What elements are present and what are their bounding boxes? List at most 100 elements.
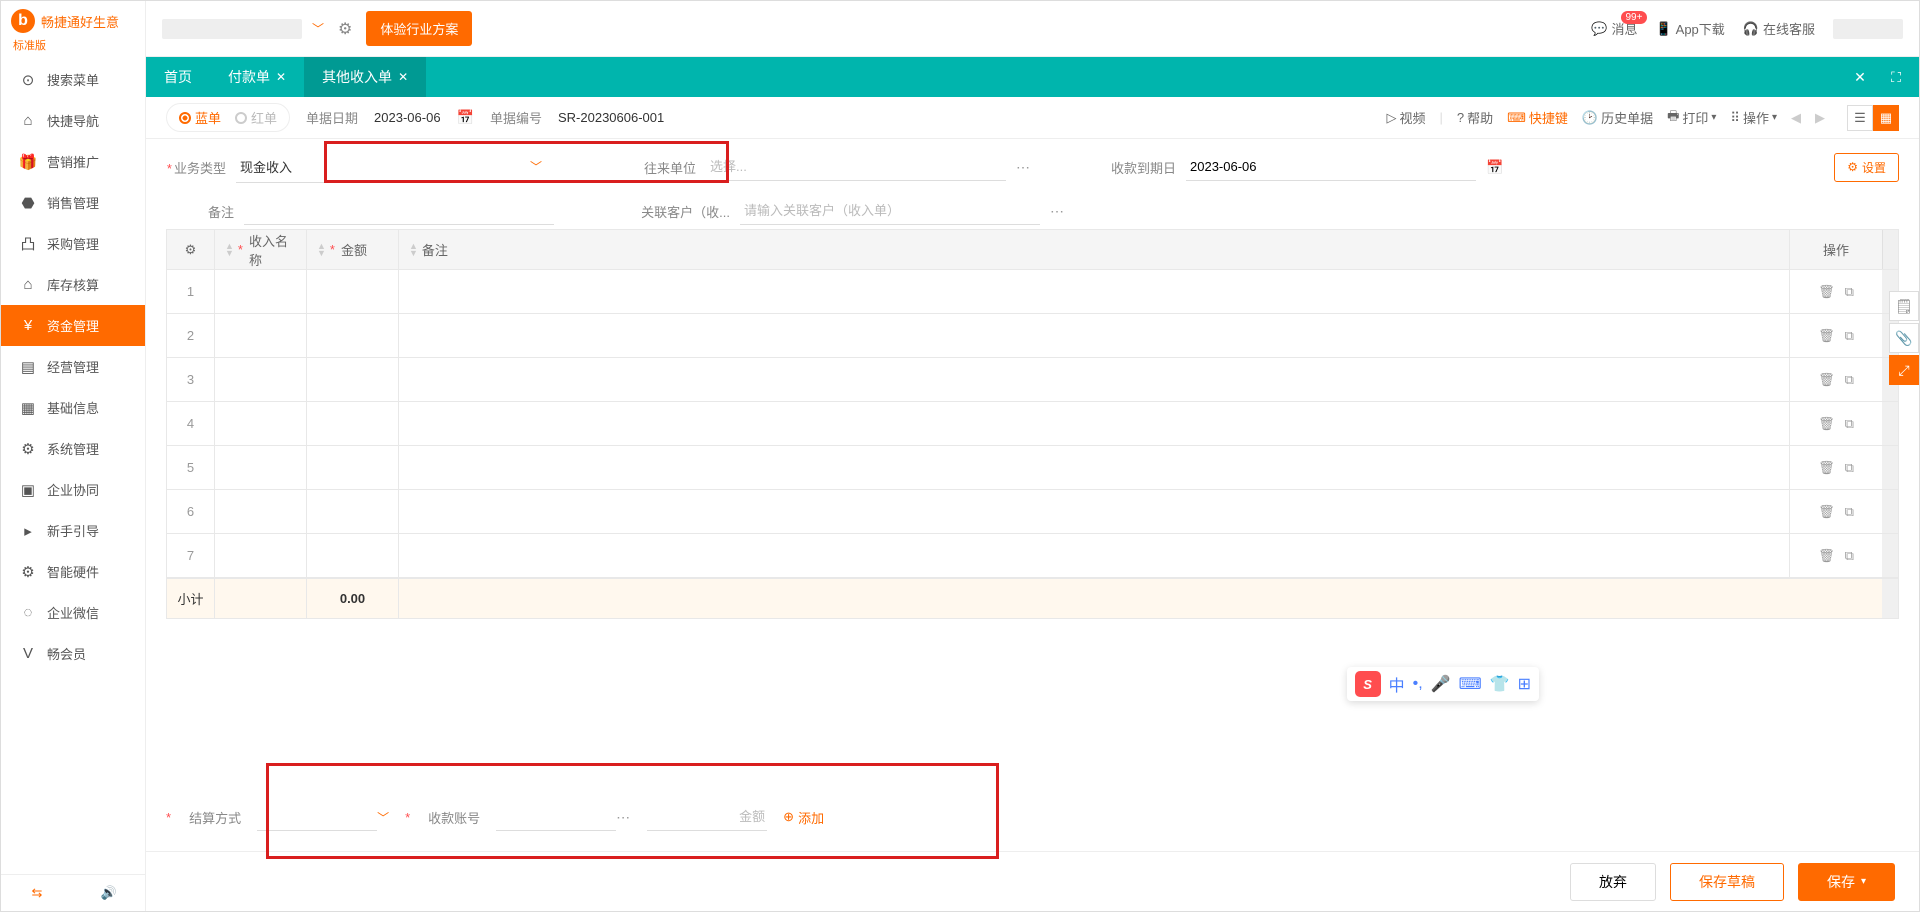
ime-mic-icon[interactable]: 🎤 <box>1431 674 1451 694</box>
ime-skin-icon[interactable]: 👕 <box>1490 674 1510 694</box>
delete-icon[interactable]: 🗑 <box>1818 548 1835 564</box>
cell-amount[interactable] <box>307 358 399 401</box>
prev-doc-button[interactable]: ◀ <box>1791 110 1801 126</box>
cell-remark[interactable] <box>399 270 1790 313</box>
grid-settings-button[interactable]: ⚙ <box>167 230 215 269</box>
cta-button[interactable]: 体验行业方案 <box>366 11 472 46</box>
cell-amount[interactable] <box>307 270 399 313</box>
close-icon[interactable]: ✕ <box>398 70 408 84</box>
tab-0[interactable]: 首页 <box>146 57 210 97</box>
partner-input[interactable] <box>706 153 1006 181</box>
cell-remark[interactable] <box>399 314 1790 357</box>
sidebar-item-4[interactable]: 凸采购管理 <box>1 223 145 264</box>
table-row[interactable]: 3🗑⧉ <box>167 358 1898 402</box>
grid-scrollbar[interactable] <box>1882 230 1898 269</box>
tab-2[interactable]: 其他收入单✕ <box>304 57 426 97</box>
table-row[interactable]: 4🗑⧉ <box>167 402 1898 446</box>
delete-icon[interactable]: 🗑 <box>1818 504 1835 520</box>
table-row[interactable]: 7🗑⧉ <box>167 534 1898 578</box>
table-row[interactable]: 2🗑⧉ <box>167 314 1898 358</box>
rail-attach-button[interactable]: 📎 <box>1889 323 1919 353</box>
rail-note-button[interactable]: 🗒 <box>1889 291 1919 321</box>
cell-income-name[interactable] <box>215 358 307 401</box>
sidebar-item-5[interactable]: ⌂库存核算 <box>1 264 145 305</box>
ime-lang-label[interactable]: 中 <box>1389 672 1405 696</box>
copy-icon[interactable]: ⧉ <box>1845 284 1854 300</box>
cell-amount[interactable] <box>307 446 399 489</box>
settle-amount-input[interactable] <box>647 803 767 831</box>
sidebar-item-12[interactable]: ⚙智能硬件 <box>1 551 145 592</box>
tab-close-button[interactable]: ✕ <box>1847 64 1873 90</box>
video-action[interactable]: ▷视频 <box>1386 108 1425 127</box>
biz-type-select[interactable]: 现金收入 ﹀ <box>236 151 546 183</box>
sidebar-item-10[interactable]: ▣企业协同 <box>1 469 145 510</box>
ime-punct-icon[interactable]: •, <box>1413 675 1423 693</box>
table-row[interactable]: 6🗑⧉ <box>167 490 1898 534</box>
calendar-icon[interactable]: 📅 <box>1486 159 1503 176</box>
copy-icon[interactable]: ⧉ <box>1845 416 1854 432</box>
print-action[interactable]: 🖶打印▾ <box>1667 107 1716 129</box>
sidebar-item-11[interactable]: ▸新手引导 <box>1 510 145 551</box>
help-action[interactable]: ?帮助 <box>1457 108 1493 127</box>
cell-amount[interactable] <box>307 490 399 533</box>
due-date-input[interactable] <box>1186 153 1476 181</box>
copy-icon[interactable]: ⧉ <box>1845 504 1854 520</box>
col-remark[interactable]: ▲▼备注 <box>399 230 1790 269</box>
cell-income-name[interactable] <box>215 490 307 533</box>
chevron-down-icon[interactable]: ﹀ <box>377 809 389 826</box>
close-icon[interactable]: ✕ <box>276 70 286 84</box>
more-icon[interactable]: ⋯ <box>1016 159 1031 176</box>
more-icon[interactable]: ⋯ <box>616 809 631 826</box>
table-row[interactable]: 5🗑⧉ <box>167 446 1898 490</box>
org-selector[interactable]: ﹀ <box>162 19 324 39</box>
radio-blue[interactable]: 蓝单 <box>179 108 221 127</box>
view-form-button[interactable]: ▦ <box>1873 105 1899 131</box>
cell-remark[interactable] <box>399 358 1790 401</box>
date-value[interactable]: 2023-06-06 <box>374 110 441 125</box>
copy-icon[interactable]: ⧉ <box>1845 460 1854 476</box>
gear-icon[interactable]: ⚙ <box>338 19 352 39</box>
cell-income-name[interactable] <box>215 314 307 357</box>
save-draft-button[interactable]: 保存草稿 <box>1670 863 1784 901</box>
user-avatar[interactable] <box>1833 19 1903 39</box>
ops-action[interactable]: ⠿操作▾ <box>1730 108 1777 127</box>
sidebar-sound-btn[interactable]: 🔊 <box>73 875 145 911</box>
sidebar-item-3[interactable]: ⬣销售管理 <box>1 182 145 223</box>
cell-amount[interactable] <box>307 402 399 445</box>
sidebar-item-14[interactable]: V畅会员 <box>1 633 145 674</box>
history-action[interactable]: 🕑历史单据 <box>1582 108 1653 127</box>
delete-icon[interactable]: 🗑 <box>1818 460 1835 476</box>
sidebar-item-6[interactable]: ¥资金管理 <box>1 305 145 346</box>
cell-remark[interactable] <box>399 446 1790 489</box>
delete-icon[interactable]: 🗑 <box>1818 284 1835 300</box>
cell-income-name[interactable] <box>215 270 307 313</box>
radio-red[interactable]: 红单 <box>235 108 277 127</box>
view-list-button[interactable]: ☰ <box>1847 105 1873 131</box>
tab-1[interactable]: 付款单✕ <box>210 57 304 97</box>
sidebar-item-7[interactable]: ▤经营管理 <box>1 346 145 387</box>
hotkey-action[interactable]: ⌨快捷键 <box>1507 108 1568 127</box>
customer-service-link[interactable]: 🎧 在线客服 <box>1743 19 1815 38</box>
col-amount[interactable]: ▲▼*金额 <box>307 230 399 269</box>
settings-button[interactable]: ⚙设置 <box>1834 153 1899 182</box>
save-button[interactable]: 保存▾ <box>1798 863 1895 901</box>
copy-icon[interactable]: ⧉ <box>1845 548 1854 564</box>
calendar-icon[interactable]: 📅 <box>457 109 474 126</box>
cell-income-name[interactable] <box>215 446 307 489</box>
cell-amount[interactable] <box>307 534 399 577</box>
sidebar-collapse-btn[interactable]: ⇆ <box>1 875 73 911</box>
settle-account-input[interactable] <box>496 803 616 831</box>
sidebar-item-1[interactable]: ⌂快捷导航 <box>1 100 145 141</box>
ime-toolbar[interactable]: S 中 •, 🎤 ⌨ 👕 ⊞ <box>1347 667 1539 701</box>
copy-icon[interactable]: ⧉ <box>1845 372 1854 388</box>
rail-expand-button[interactable]: ⤢ <box>1889 355 1919 385</box>
cell-income-name[interactable] <box>215 402 307 445</box>
sidebar-item-8[interactable]: ▦基础信息 <box>1 387 145 428</box>
sidebar-item-0[interactable]: ⊙搜索菜单 <box>1 59 145 100</box>
table-row[interactable]: 1🗑⧉ <box>167 270 1898 314</box>
next-doc-button[interactable]: ▶ <box>1815 110 1825 126</box>
cell-income-name[interactable] <box>215 534 307 577</box>
col-income-name[interactable]: ▲▼*收入名称 <box>215 230 307 269</box>
messages-link[interactable]: 💬 消息 99+ <box>1591 19 1637 38</box>
sidebar-item-13[interactable]: ◌企业微信 <box>1 592 145 633</box>
